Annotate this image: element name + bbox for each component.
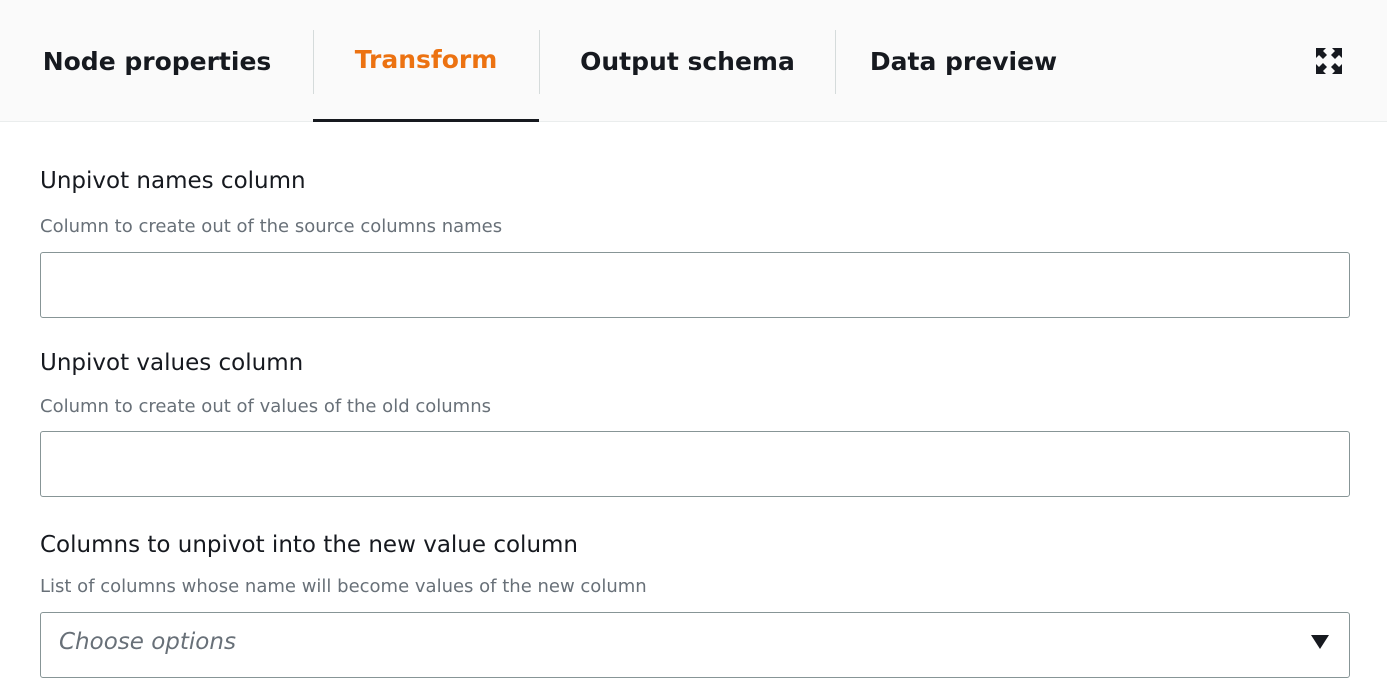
columns-to-unpivot-label: Columns to unpivot into the new value co…: [40, 532, 579, 558]
values-column-label: Unpivot values column: [40, 350, 304, 376]
columns-to-unpivot-select[interactable]: Choose options: [40, 612, 1350, 678]
names-column-description: Column to create out of the source colum…: [40, 216, 503, 237]
names-column-label: Unpivot names column: [40, 168, 306, 194]
caret-down-icon[interactable]: [1311, 635, 1329, 649]
names-column-input[interactable]: [40, 252, 1350, 318]
values-column-input[interactable]: [40, 431, 1350, 497]
tab-data-preview[interactable]: Data preview: [836, 0, 1091, 122]
tab-bar: Node properties Transform Output schema …: [0, 0, 1387, 122]
select-placeholder: Choose options: [59, 629, 236, 655]
expand-arrows-icon[interactable]: [1314, 46, 1344, 76]
tab-node-properties[interactable]: Node properties: [22, 0, 292, 122]
columns-to-unpivot-description: List of columns whose name will become v…: [40, 576, 647, 597]
tab-transform[interactable]: Transform: [313, 0, 539, 122]
tab-output-schema[interactable]: Output schema: [540, 0, 835, 122]
values-column-description: Column to create out of values of the ol…: [40, 396, 491, 417]
